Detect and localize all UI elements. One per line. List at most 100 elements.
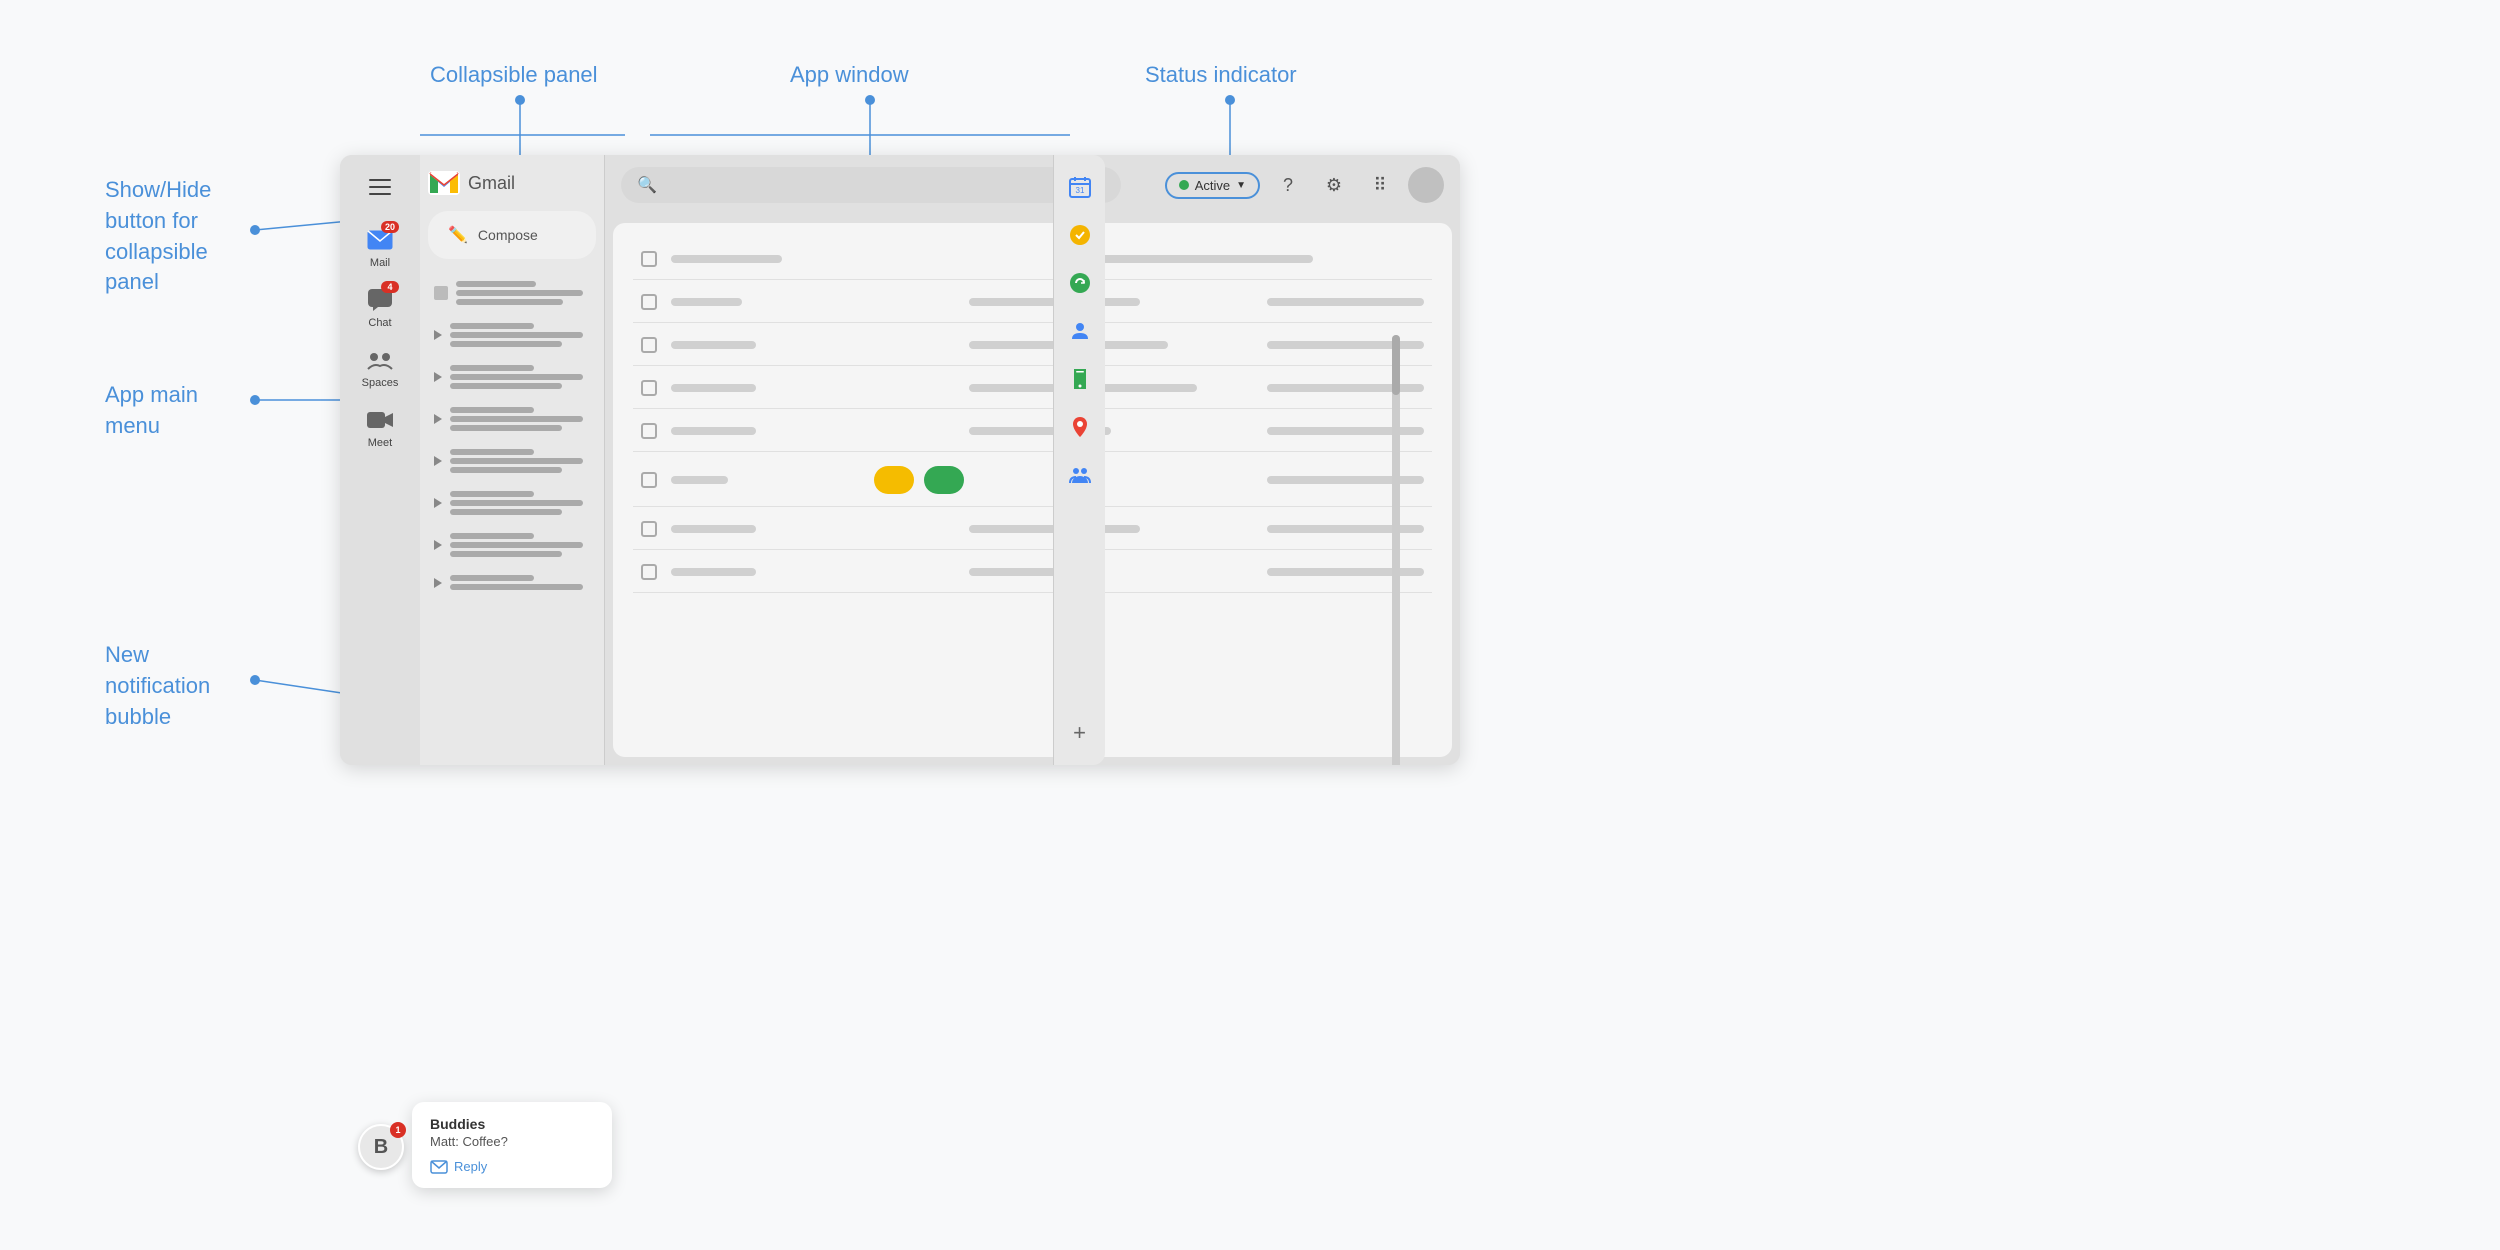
checkbox[interactable] bbox=[641, 472, 657, 488]
table-row[interactable] bbox=[633, 239, 1432, 280]
email-line bbox=[450, 575, 534, 581]
sender-line bbox=[671, 298, 742, 306]
checkbox[interactable] bbox=[641, 521, 657, 537]
table-row[interactable] bbox=[633, 325, 1432, 366]
checkbox[interactable] bbox=[434, 286, 448, 300]
email-line bbox=[456, 290, 583, 296]
list-item[interactable] bbox=[428, 315, 596, 355]
list-item[interactable] bbox=[428, 273, 596, 313]
svg-text:31: 31 bbox=[1075, 186, 1084, 195]
scrollbar-thumb[interactable] bbox=[1392, 335, 1400, 395]
add-app-button[interactable]: + bbox=[1060, 713, 1100, 753]
calendar-icon[interactable]: 31 bbox=[1060, 167, 1100, 207]
date-line bbox=[1267, 525, 1424, 533]
settings-button[interactable]: ⚙ bbox=[1316, 167, 1352, 203]
hamburger-line-3 bbox=[369, 193, 391, 195]
email-line bbox=[450, 458, 583, 464]
hamburger-button[interactable] bbox=[358, 165, 402, 209]
email-lines bbox=[450, 407, 590, 431]
sidebar-item-chat[interactable]: 4 Chat bbox=[346, 279, 414, 335]
notification-bubble-badge: 1 bbox=[390, 1122, 406, 1138]
email-lines bbox=[450, 491, 590, 515]
list-item[interactable] bbox=[428, 399, 596, 439]
notification-message: Matt: Coffee? bbox=[430, 1134, 594, 1149]
email-line bbox=[450, 341, 562, 347]
list-item[interactable] bbox=[428, 567, 596, 598]
arrow-icon bbox=[434, 540, 442, 550]
topbar-right: Active ▼ ? ⚙ ⠿ bbox=[1165, 167, 1444, 203]
list-item[interactable] bbox=[428, 483, 596, 523]
checkbox[interactable] bbox=[641, 294, 657, 310]
sender-line bbox=[671, 255, 782, 263]
checkbox[interactable] bbox=[641, 380, 657, 396]
date-line bbox=[1267, 568, 1424, 576]
list-item[interactable] bbox=[428, 525, 596, 565]
email-content bbox=[671, 525, 955, 533]
app-window-label: App window bbox=[790, 62, 909, 88]
label-tag-yellow bbox=[874, 466, 914, 494]
app-main-menu: 20 Mail 4 Chat Spaces bbox=[340, 155, 420, 765]
checkbox[interactable] bbox=[641, 337, 657, 353]
help-button[interactable]: ? bbox=[1270, 167, 1306, 203]
list-item[interactable] bbox=[428, 357, 596, 397]
sync-icon[interactable] bbox=[1060, 263, 1100, 303]
email-line bbox=[450, 542, 583, 548]
phone-icon[interactable] bbox=[1060, 359, 1100, 399]
email-line bbox=[450, 407, 534, 413]
active-label: Active bbox=[1195, 178, 1230, 193]
checkbox[interactable] bbox=[641, 564, 657, 580]
email-lines bbox=[450, 449, 590, 473]
hamburger-line-1 bbox=[369, 179, 391, 181]
email-line bbox=[450, 533, 534, 539]
contacts-icon[interactable] bbox=[1060, 311, 1100, 351]
email-line bbox=[450, 584, 583, 590]
table-row[interactable] bbox=[633, 552, 1432, 593]
sidebar-item-spaces[interactable]: Spaces bbox=[346, 339, 414, 395]
reply-button[interactable]: Reply bbox=[430, 1159, 594, 1174]
table-row[interactable] bbox=[633, 454, 1432, 507]
date-line bbox=[1267, 427, 1424, 435]
pencil-icon: ✏️ bbox=[448, 225, 468, 245]
email-lines bbox=[450, 323, 590, 347]
apps-button[interactable]: ⠿ bbox=[1362, 167, 1398, 203]
gmail-topbar: 🔍 ⚙ Active ▼ ? ⚙ ⠿ bbox=[605, 155, 1460, 215]
chat-icon: 4 bbox=[365, 285, 395, 315]
sidebar-item-mail[interactable]: 20 Mail bbox=[346, 219, 414, 275]
email-subject bbox=[969, 568, 1253, 576]
gmail-m-logo bbox=[428, 171, 460, 195]
date-line bbox=[1267, 341, 1424, 349]
list-item[interactable] bbox=[428, 441, 596, 481]
maps-icon[interactable] bbox=[1060, 407, 1100, 447]
plus-icon[interactable]: + bbox=[1060, 713, 1100, 753]
meet-icon bbox=[365, 405, 395, 435]
email-content bbox=[671, 298, 955, 306]
table-row[interactable] bbox=[633, 368, 1432, 409]
status-badge[interactable]: Active ▼ bbox=[1165, 172, 1260, 199]
checkbox[interactable] bbox=[641, 423, 657, 439]
email-list bbox=[428, 273, 596, 598]
table-row[interactable] bbox=[633, 411, 1432, 452]
sender-line bbox=[671, 525, 756, 533]
scrollbar-track[interactable] bbox=[1392, 335, 1400, 765]
avatar[interactable] bbox=[1408, 167, 1444, 203]
email-line bbox=[450, 551, 562, 557]
spaces-icon bbox=[365, 345, 395, 375]
compose-button[interactable]: ✏️ Compose bbox=[428, 211, 596, 259]
sender-line bbox=[671, 341, 756, 349]
avatar-letter: B bbox=[374, 1136, 388, 1159]
checkbox[interactable] bbox=[641, 251, 657, 267]
search-input[interactable] bbox=[667, 175, 1081, 195]
people-icon[interactable] bbox=[1060, 455, 1100, 495]
email-line bbox=[450, 416, 583, 422]
email-subject bbox=[1055, 255, 1425, 263]
table-row[interactable] bbox=[633, 282, 1432, 323]
tasks-icon[interactable] bbox=[1060, 215, 1100, 255]
email-line bbox=[450, 491, 534, 497]
sidebar-item-meet[interactable]: Meet bbox=[346, 399, 414, 455]
search-bar[interactable]: 🔍 ⚙ bbox=[621, 167, 1121, 203]
email-subject bbox=[969, 384, 1253, 392]
sender-line bbox=[671, 427, 756, 435]
email-line bbox=[456, 299, 563, 305]
notification-avatar[interactable]: B 1 bbox=[358, 1124, 404, 1170]
table-row[interactable] bbox=[633, 509, 1432, 550]
